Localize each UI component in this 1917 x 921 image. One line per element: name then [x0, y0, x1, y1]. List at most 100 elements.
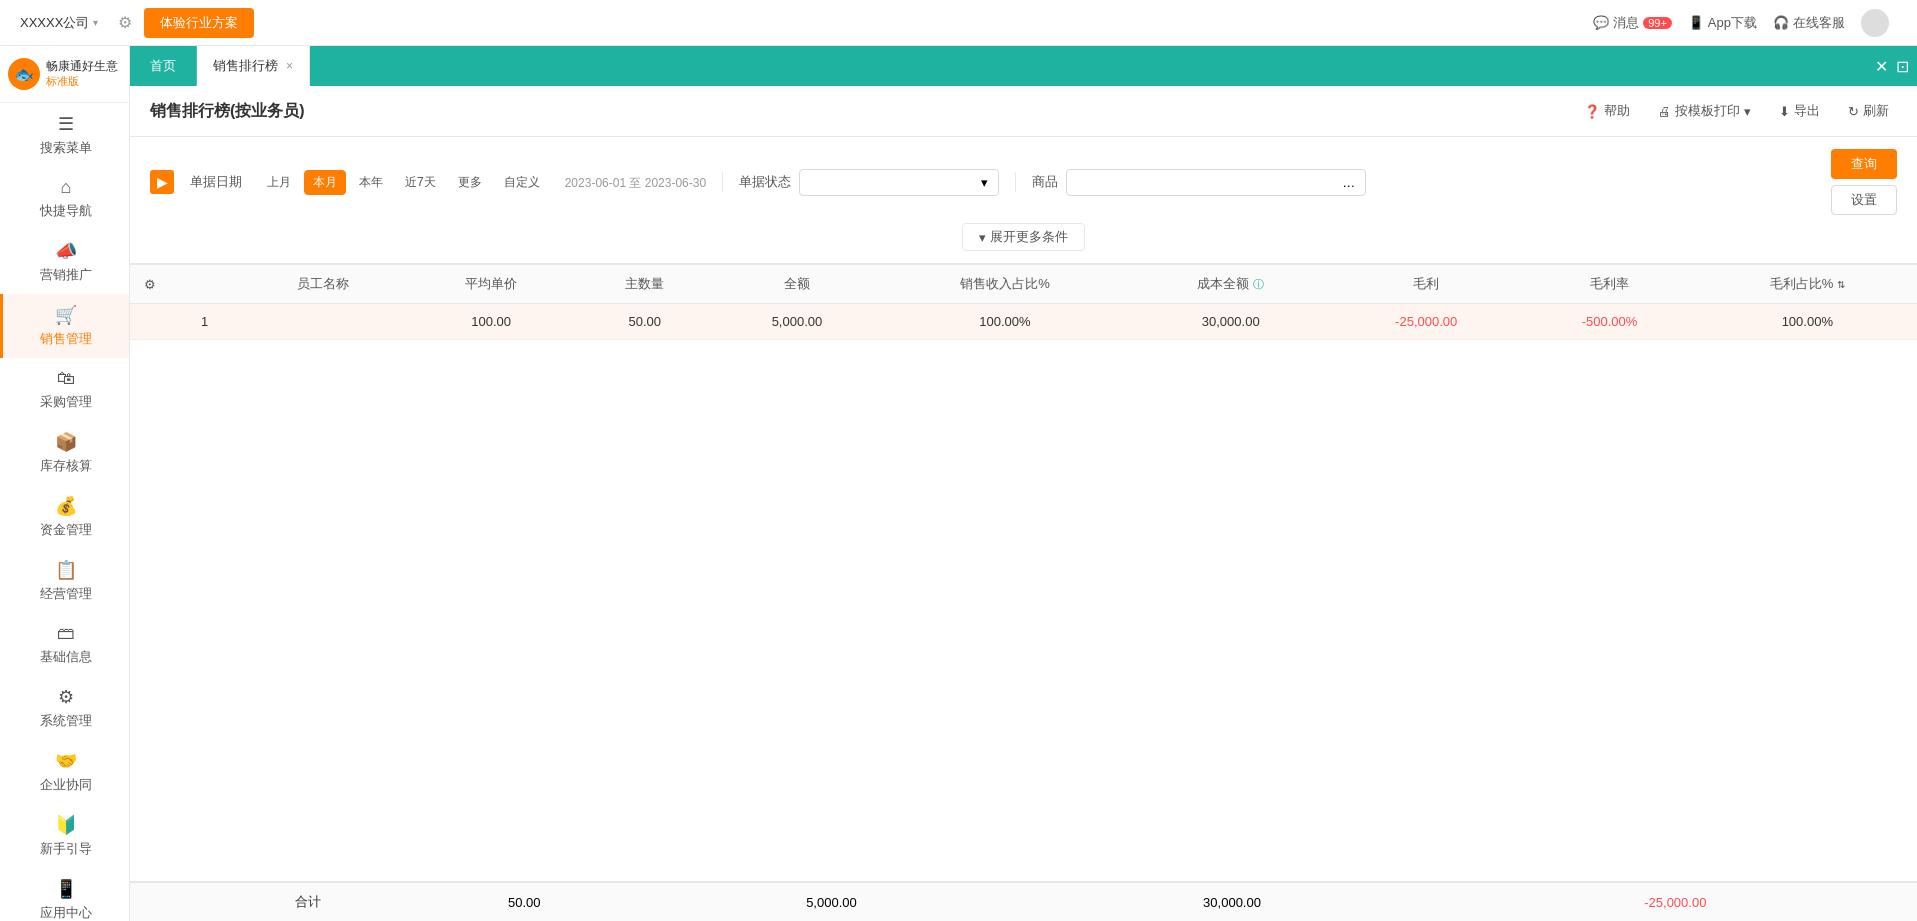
help-button[interactable]: ❓ 帮助	[1576, 98, 1638, 124]
sidebar-item-quick-nav[interactable]: ⌂ 快捷导航	[0, 167, 129, 230]
sidebar-item-operations[interactable]: 📋 经营管理	[0, 549, 129, 613]
sidebar-item-label: 经营管理	[40, 585, 92, 603]
date-tab-this-year[interactable]: 本年	[350, 170, 392, 195]
cost-info-icon: ⓘ	[1253, 278, 1264, 290]
page-title: 销售排行榜(按业务员)	[150, 101, 305, 122]
sidebar-item-label: 营销推广	[40, 266, 92, 284]
window-expand-icon[interactable]: ⊡	[1896, 57, 1909, 76]
sidebar-item-finance[interactable]: 💰 资金管理	[0, 485, 129, 549]
goods-ellipsis-icon: …	[1342, 175, 1355, 190]
expand-button[interactable]: ▾ 展开更多条件	[962, 223, 1085, 251]
sidebar-item-purchase[interactable]: 🛍 采购管理	[0, 358, 129, 421]
expand-row: ▾ 展开更多条件	[150, 223, 1897, 251]
goods-select[interactable]: …	[1066, 169, 1366, 196]
row-sales-ratio-cell: 100.00%	[879, 304, 1130, 340]
messages-item[interactable]: 💬 消息 99+	[1593, 14, 1672, 32]
search-order-icon: ☰	[58, 113, 74, 135]
company-selector[interactable]: XXXXX公司 ▾	[12, 10, 106, 36]
print-icon: 🖨	[1658, 104, 1671, 119]
content-area: 首页 销售排行榜 × ✕ ⊡ 销售排行榜(按业务员) ❓ 帮助	[130, 46, 1917, 921]
help-icon: ❓	[1584, 104, 1600, 119]
sidebar-item-inventory[interactable]: 📦 库存核算	[0, 421, 129, 485]
export-icon: ⬇	[1779, 104, 1790, 119]
settings-button[interactable]: 设置	[1831, 185, 1897, 215]
filter-collapse-icon[interactable]: ▶	[150, 170, 174, 194]
sidebar-item-app-center[interactable]: 📱 应用中心	[0, 868, 129, 921]
help-label: 帮助	[1604, 102, 1630, 120]
page-header: 销售排行榜(按业务员) ❓ 帮助 🖨 按模板打印 ▾ ⬇ 导出	[130, 86, 1917, 137]
sidebar-item-search-order[interactable]: ☰ 搜索菜单	[0, 103, 129, 167]
row-rank-cell: 1	[170, 304, 239, 340]
col-settings[interactable]: ⚙	[130, 265, 170, 304]
sidebar-item-label: 库存核算	[40, 457, 92, 475]
sidebar-item-label: 企业协同	[40, 776, 92, 794]
sidebar-item-label: 基础信息	[40, 648, 92, 666]
settings-icon[interactable]: ⚙	[114, 9, 136, 36]
filter-row: ▶ 单据日期 上月 本月 本年 近7天 更多 自定义 2023-06-01 至 …	[150, 149, 1897, 215]
sidebar: 🐟 畅康通好生意 标准版 ☰ 搜索菜单 ⌂ 快捷导航 📣 营销推广 🛒 销售管理…	[0, 46, 130, 921]
app-download-icon: 📱	[1688, 15, 1704, 30]
export-button[interactable]: ⬇ 导出	[1771, 98, 1828, 124]
date-tab-this-month[interactable]: 本月	[304, 170, 346, 195]
footer-rank-cell	[182, 893, 212, 911]
query-btn-area: 查询 设置	[1831, 149, 1897, 215]
expand-label: 展开更多条件	[990, 228, 1068, 246]
sidebar-item-enterprise[interactable]: 🤝 企业协同	[0, 740, 129, 804]
tab-close-icon[interactable]: ×	[286, 59, 293, 73]
print-button[interactable]: 🖨 按模板打印 ▾	[1650, 98, 1759, 124]
date-range-text: 2023-06-01 至 2023-06-30	[565, 175, 706, 192]
footer-table: 合计 50.00 5,000.00 30,000.00 -25,000.00	[142, 893, 1905, 911]
logo-text-area: 畅康通好生意 标准版	[46, 59, 118, 90]
sidebar-item-label: 销售管理	[40, 330, 92, 348]
sidebar-item-label: 采购管理	[40, 393, 92, 411]
app-download-item[interactable]: 📱 App下载	[1688, 14, 1757, 32]
sidebar-item-basic-info[interactable]: 🗃 基础信息	[0, 613, 129, 676]
system-icon: ⚙	[58, 686, 74, 708]
status-select[interactable]: ▾	[799, 169, 999, 196]
date-tab-last-month[interactable]: 上月	[258, 170, 300, 195]
col-quantity: 主数量	[575, 265, 714, 304]
filter-area: ▶ 单据日期 上月 本月 本年 近7天 更多 自定义 2023-06-01 至 …	[130, 137, 1917, 264]
sidebar-item-sales[interactable]: 🛒 销售管理	[0, 294, 129, 358]
date-tab-custom[interactable]: 自定义	[495, 170, 549, 195]
logo-icon: 🐟	[8, 58, 40, 90]
date-tab-more[interactable]: 更多	[449, 170, 491, 195]
table-body: 1 100.00 50.00 5,000.00 100.00% 30,000.0…	[130, 304, 1917, 340]
sidebar-item-label: 系统管理	[40, 712, 92, 730]
footer-settings-cell	[142, 893, 182, 911]
sidebar-item-label: 资金管理	[40, 521, 92, 539]
filter-separator-1	[722, 172, 723, 192]
online-service-item[interactable]: 🎧 在线客服	[1773, 14, 1845, 32]
footer-amount-cell: 5,000.00	[645, 893, 1019, 911]
row-profit-cell: -25,000.00	[1331, 304, 1522, 340]
trial-button[interactable]: 体验行业方案	[144, 8, 254, 38]
window-close-icon[interactable]: ✕	[1875, 57, 1888, 76]
footer-total-label: 合计	[212, 893, 404, 911]
headset-icon: 🎧	[1773, 15, 1789, 30]
avatar[interactable]	[1861, 9, 1889, 37]
operations-icon: 📋	[55, 559, 77, 581]
message-icon: 💬	[1593, 15, 1609, 30]
date-tab-7days[interactable]: 近7天	[396, 170, 445, 195]
goods-filter-item: 商品 …	[1032, 169, 1366, 196]
sidebar-item-label: 新手引导	[40, 840, 92, 858]
status-filter-label: 单据状态	[739, 173, 791, 191]
app-download-label: App下载	[1708, 14, 1757, 32]
col-sales-ratio: 销售收入占比%	[879, 265, 1130, 304]
cart-icon: 🛒	[55, 304, 77, 326]
tab-home[interactable]: 首页	[130, 46, 197, 86]
refresh-button[interactable]: ↻ 刷新	[1840, 98, 1897, 124]
data-table: ⚙ 员工名称 平均单价 主数量 全额 销售收入占比% 成本全额 ⓘ 毛利 毛利率…	[130, 264, 1917, 340]
page-content: 销售排行榜(按业务员) ❓ 帮助 🖨 按模板打印 ▾ ⬇ 导出	[130, 86, 1917, 921]
goods-filter-label: 商品	[1032, 173, 1058, 191]
export-label: 导出	[1794, 102, 1820, 120]
inventory-icon: 📦	[55, 431, 77, 453]
footer-cost-cell: 30,000.00	[1018, 893, 1445, 911]
tab-sales-ranking[interactable]: 销售排行榜 ×	[197, 46, 310, 86]
sidebar-item-guide[interactable]: 🔰 新手引导	[0, 804, 129, 868]
logo-sub: 标准版	[46, 74, 118, 89]
sidebar-item-marketing[interactable]: 📣 营销推广	[0, 230, 129, 294]
col-profit-rate: 毛利率	[1521, 265, 1697, 304]
sidebar-item-system[interactable]: ⚙ 系统管理	[0, 676, 129, 740]
query-button[interactable]: 查询	[1831, 149, 1897, 179]
